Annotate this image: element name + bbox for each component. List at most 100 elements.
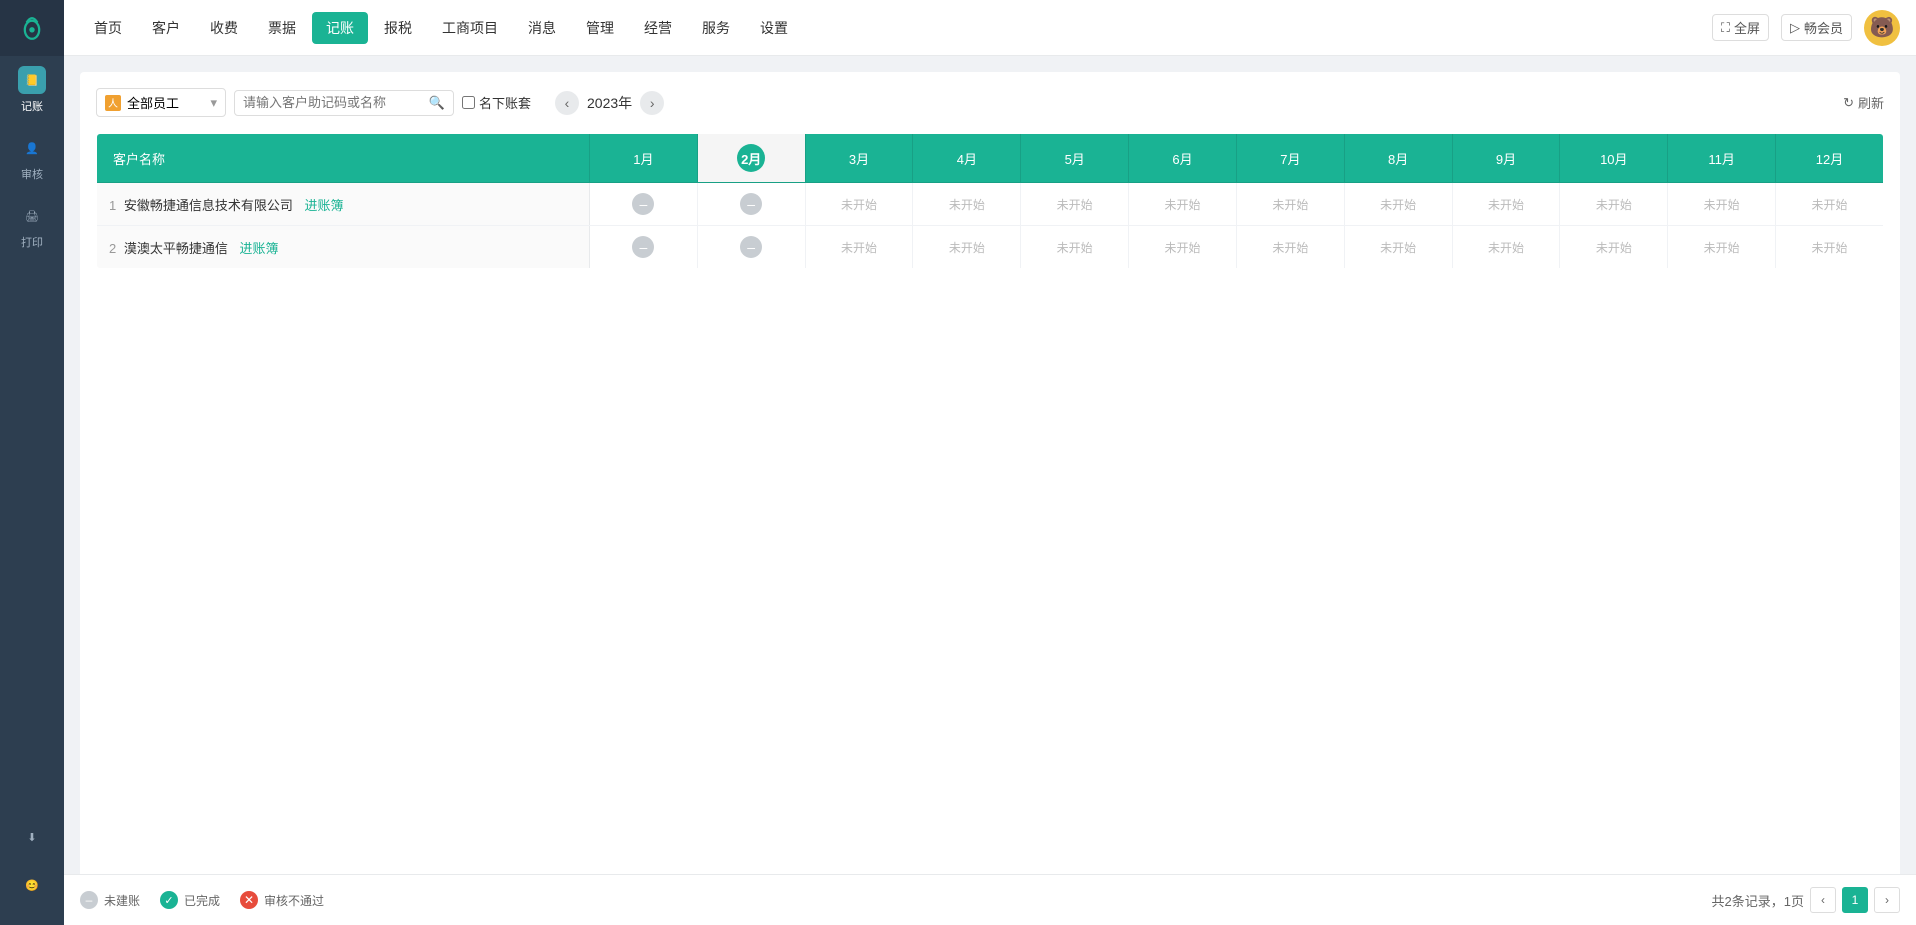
search-icon: 🔍 [429, 95, 445, 111]
prev-page-button[interactable]: ‹ [1810, 887, 1836, 913]
legend-red-icon: ✕ [240, 891, 258, 909]
topnav-item-bookkeeping[interactable]: 记账 [312, 12, 368, 44]
status-circle-gray: – [632, 236, 654, 258]
legend-rejected-label: 审核不通过 [264, 892, 324, 909]
legend-not-started: – 未建账 [80, 891, 140, 909]
year-nav: ‹ 2023年 › [555, 91, 664, 115]
month-cell-0-0: – [589, 183, 697, 226]
employee-select[interactable]: 人 全部员工 ▾ [96, 88, 226, 117]
topnav-right: ⛶ 全屏 ▷ 畅会员 🐻 [1712, 10, 1900, 46]
enter-link-1[interactable]: 进账簿 [240, 241, 279, 256]
sidebar-item-accounting[interactable]: 📒 记账 [0, 56, 64, 124]
client-name-1: 漠澳太平畅捷通信 [124, 241, 228, 256]
topnav-item-service[interactable]: 服务 [688, 12, 744, 44]
name-under-checkbox[interactable] [462, 96, 475, 109]
status-not-started: 未开始 [1488, 241, 1524, 255]
sidebar-icon-print: 🖨 [18, 202, 46, 230]
vip-icon: ▷ [1790, 20, 1800, 36]
total-records: 共2条记录，1页 [1712, 891, 1804, 910]
col-header-month-12: 12月 [1776, 134, 1884, 183]
status-circle-gray: – [740, 236, 762, 258]
month-cell-1-3: 未开始 [913, 226, 1021, 269]
legend-rejected: ✕ 审核不通过 [240, 891, 324, 909]
sidebar-item-download[interactable]: ⬇ [0, 813, 64, 861]
prev-year-button[interactable]: ‹ [555, 91, 579, 115]
month-cell-1-9: 未开始 [1560, 226, 1668, 269]
chevron-down-icon: ▾ [210, 95, 217, 111]
page-1-button[interactable]: 1 [1842, 887, 1868, 913]
fullscreen-label: 全屏 [1734, 18, 1760, 37]
client-number-0: 1 [109, 198, 116, 213]
col-header-month-10: 10月 [1560, 134, 1668, 183]
status-not-started: 未开始 [1704, 241, 1740, 255]
col-header-month-11: 11月 [1668, 134, 1776, 183]
status-circle-gray: – [740, 193, 762, 215]
month-cell-0-11: 未开始 [1776, 183, 1884, 226]
month-cell-1-11: 未开始 [1776, 226, 1884, 269]
next-year-button[interactable]: › [640, 91, 664, 115]
sidebar-item-support[interactable]: 😊 [0, 861, 64, 909]
status-not-started: 未开始 [841, 198, 877, 212]
topnav-item-home[interactable]: 首页 [80, 12, 136, 44]
status-not-started: 未开始 [841, 241, 877, 255]
sidebar-item-print[interactable]: 🖨 打印 [0, 192, 64, 260]
month-cell-0-8: 未开始 [1452, 183, 1560, 226]
month-cell-0-10: 未开始 [1668, 183, 1776, 226]
topnav-item-billing[interactable]: 收费 [196, 12, 252, 44]
toolbar: 人 全部员工 ▾ 🔍 名下账套 ‹ 2023年 › [96, 88, 1884, 117]
status-not-started: 未开始 [1812, 241, 1848, 255]
sidebar-bottom: ⬇ 😊 [0, 813, 64, 925]
legend-teal-icon: ✓ [160, 891, 178, 909]
employee-select-icon: 人 [105, 95, 121, 111]
client-cell-1: 2 漠澳太平畅捷通信 进账簿 [97, 226, 590, 269]
client-number-1: 2 [109, 241, 116, 256]
client-name-0: 安徽畅捷通信息技术有限公司 [124, 198, 293, 213]
fullscreen-button[interactable]: ⛶ 全屏 [1712, 14, 1769, 41]
topnav-item-customer[interactable]: 客户 [138, 12, 194, 44]
topnav-item-settings[interactable]: 设置 [746, 12, 802, 44]
topnav-item-invoice[interactable]: 票据 [254, 12, 310, 44]
topnav-item-manage[interactable]: 管理 [572, 12, 628, 44]
month-cell-0-6: 未开始 [1236, 183, 1344, 226]
topnav-item-tax[interactable]: 报税 [370, 12, 426, 44]
sidebar-label-print: 打印 [21, 234, 43, 250]
checkbox-label[interactable]: 名下账套 [462, 93, 531, 112]
col-header-month-7: 7月 [1236, 134, 1344, 183]
next-page-button[interactable]: › [1874, 887, 1900, 913]
legend-completed-label: 已完成 [184, 892, 220, 909]
status-not-started: 未开始 [1272, 241, 1308, 255]
status-not-started: 未开始 [1704, 198, 1740, 212]
status-not-started: 未开始 [1488, 198, 1524, 212]
search-input-wrap[interactable]: 🔍 [234, 90, 454, 116]
sidebar-item-audit[interactable]: 👤 审核 [0, 124, 64, 192]
col-header-month-1: 1月 [589, 134, 697, 183]
vip-button[interactable]: ▷ 畅会员 [1781, 14, 1852, 41]
sidebar-label-accounting: 记账 [21, 98, 43, 114]
avatar[interactable]: 🐻 [1864, 10, 1900, 46]
status-not-started: 未开始 [1057, 241, 1093, 255]
col-header-month-4: 4月 [913, 134, 1021, 183]
legend-completed: ✓ 已完成 [160, 891, 220, 909]
pagination: 共2条记录，1页 ‹ 1 › [1712, 887, 1900, 913]
enter-link-0[interactable]: 进账簿 [305, 198, 344, 213]
status-not-started: 未开始 [1380, 198, 1416, 212]
active-month-circle: 2月 [737, 144, 765, 172]
search-input[interactable] [243, 95, 425, 110]
month-cell-0-4: 未开始 [1021, 183, 1129, 226]
refresh-button[interactable]: ↻ 刷新 [1843, 93, 1884, 112]
month-cell-0-2: 未开始 [805, 183, 913, 226]
status-not-started: 未开始 [949, 241, 985, 255]
month-cell-0-5: 未开始 [1129, 183, 1237, 226]
checkbox-text: 名下账套 [479, 93, 531, 112]
fullscreen-icon: ⛶ [1721, 20, 1730, 36]
month-cell-1-4: 未开始 [1021, 226, 1129, 269]
topnav-item-message[interactable]: 消息 [514, 12, 570, 44]
topnav-item-operation[interactable]: 经营 [630, 12, 686, 44]
refresh-icon: ↻ [1843, 95, 1854, 111]
month-cell-1-5: 未开始 [1129, 226, 1237, 269]
refresh-label: 刷新 [1858, 93, 1884, 112]
client-cell-0: 1 安徽畅捷通信息技术有限公司 进账簿 [97, 183, 590, 226]
status-not-started: 未开始 [1596, 241, 1632, 255]
sidebar-label-audit: 审核 [21, 166, 43, 182]
topnav-item-business[interactable]: 工商项目 [428, 12, 512, 44]
